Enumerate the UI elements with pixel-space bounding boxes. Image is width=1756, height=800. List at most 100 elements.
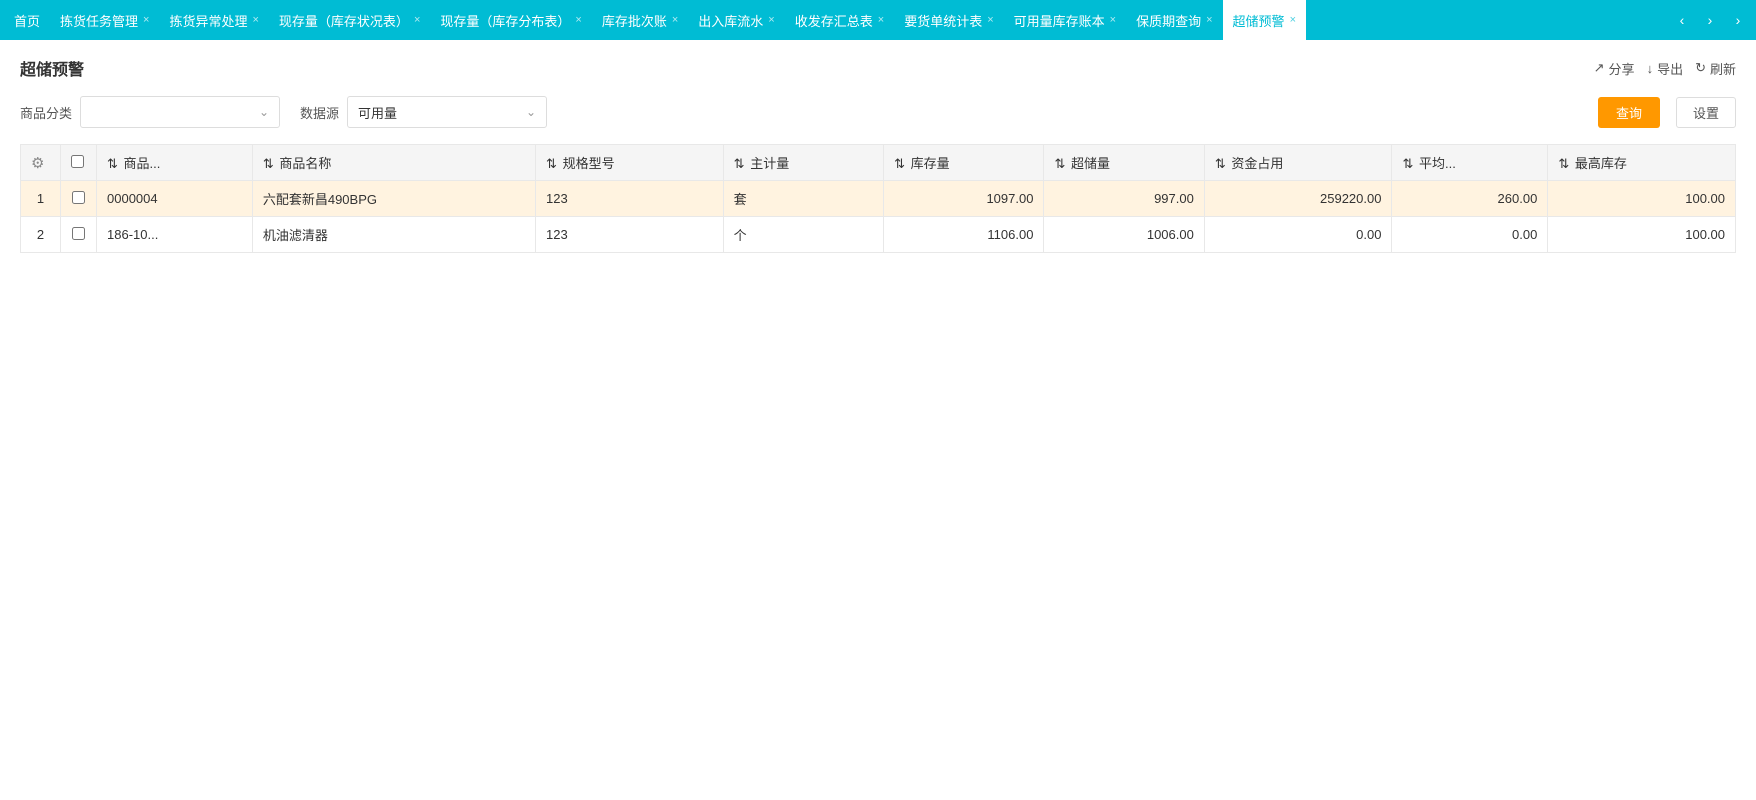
row-checkbox-cell (61, 181, 97, 217)
th-capital: ⇅ 资金占用 (1204, 145, 1392, 181)
th-name-sort-icon: ⇅ (263, 156, 274, 171)
datasource-value: 可用量 (358, 103, 397, 122)
nav-item-9[interactable]: 可用量库存账本× (1004, 0, 1126, 40)
nav-right-arrow[interactable]: › (1696, 0, 1724, 40)
nav-item-4[interactable]: 现存量（库存分布表）× (430, 0, 591, 40)
th-avg: ⇅ 平均... (1392, 145, 1548, 181)
nav-item-1[interactable]: 拣货任务管理× (50, 0, 159, 40)
row-stock: 1106.00 (884, 217, 1044, 253)
row-spec: 123 (536, 217, 724, 253)
settings-button[interactable]: 设置 (1676, 97, 1736, 128)
th-stock-sort-icon: ⇅ (894, 156, 905, 171)
query-button[interactable]: 查询 (1598, 97, 1660, 128)
row-capital: 259220.00 (1204, 181, 1392, 217)
row-max-stock: 100.00 (1548, 181, 1736, 217)
close-icon[interactable]: × (575, 14, 581, 26)
page-content: 超储预警 ↗ 分享 ↓ 导出 ↻ 刷新 商品分类 ⌄ 数据源 (0, 40, 1756, 800)
close-icon[interactable]: × (987, 14, 993, 26)
export-action[interactable]: ↓ 导出 (1647, 59, 1684, 78)
row-spec: 123 (536, 181, 724, 217)
close-icon[interactable]: × (414, 14, 420, 26)
th-spec: ⇅ 规格型号 (536, 145, 724, 181)
close-icon[interactable]: × (768, 14, 774, 26)
nav-item-10[interactable]: 保质期查询× (1126, 0, 1222, 40)
th-gear: ⚙ (21, 145, 61, 181)
filter-buttons: 查询 设置 (1598, 97, 1736, 128)
close-icon[interactable]: × (252, 14, 258, 26)
nav-arrows: ‹ › › (1668, 0, 1752, 40)
th-spec-sort-icon: ⇅ (546, 156, 557, 171)
category-select[interactable]: ⌄ (80, 96, 280, 128)
chevron-down-icon: ⌄ (526, 105, 536, 119)
th-avg-sort-icon: ⇅ (1402, 156, 1413, 171)
data-table: ⚙ ⇅ 商品... ⇅ 商品名称 ⇅ 规格型号 ⇅ (20, 144, 1736, 253)
close-icon[interactable]: × (878, 14, 884, 26)
row-overflow: 1006.00 (1044, 217, 1204, 253)
th-stock: ⇅ 库存量 (884, 145, 1044, 181)
close-icon[interactable]: × (1290, 14, 1296, 26)
page-header: 超储预警 ↗ 分享 ↓ 导出 ↻ 刷新 (20, 56, 1736, 80)
datasource-filter-group: 数据源 可用量 ⌄ (300, 96, 547, 128)
row-name: 机油滤清器 (252, 217, 535, 253)
nav-left-arrow[interactable]: ‹ (1668, 0, 1696, 40)
refresh-action[interactable]: ↻ 刷新 (1695, 59, 1736, 78)
th-max-stock: ⇅ 最高库存 (1548, 145, 1736, 181)
table-header-row: ⚙ ⇅ 商品... ⇅ 商品名称 ⇅ 规格型号 ⇅ (21, 145, 1736, 181)
row-checkbox[interactable] (72, 227, 85, 240)
nav-item-8[interactable]: 要货单统计表× (894, 0, 1003, 40)
nav-item-11[interactable]: 超储预警× (1223, 0, 1306, 40)
datasource-select[interactable]: 可用量 ⌄ (347, 96, 547, 128)
table-body: 1 0000004 六配套新昌490BPG 123 套 1097.00 997.… (21, 181, 1736, 253)
nav-item-2[interactable]: 拣货异常处理× (159, 0, 268, 40)
top-nav: 首页拣货任务管理×拣货异常处理×现存量（库存状况表）×现存量（库存分布表）×库存… (0, 0, 1756, 40)
table-row: 1 0000004 六配套新昌490BPG 123 套 1097.00 997.… (21, 181, 1736, 217)
row-overflow: 997.00 (1044, 181, 1204, 217)
row-num: 1 (21, 181, 61, 217)
th-name: ⇅ 商品名称 (252, 145, 535, 181)
gear-icon[interactable]: ⚙ (31, 155, 44, 172)
row-name: 六配套新昌490BPG (252, 181, 535, 217)
row-checkbox-cell (61, 217, 97, 253)
category-filter-group: 商品分类 ⌄ (20, 96, 280, 128)
th-overflow-sort-icon: ⇅ (1054, 156, 1065, 171)
row-max-stock: 100.00 (1548, 217, 1736, 253)
th-code-sort-icon: ⇅ (107, 156, 118, 171)
row-checkbox[interactable] (72, 191, 85, 204)
close-icon[interactable]: × (1206, 14, 1212, 26)
header-actions: ↗ 分享 ↓ 导出 ↻ 刷新 (1594, 59, 1736, 78)
th-checkbox (61, 145, 97, 181)
nav-extra-arrow[interactable]: › (1724, 0, 1752, 40)
row-avg: 260.00 (1392, 181, 1548, 217)
nav-item-3[interactable]: 现存量（库存状况表）× (269, 0, 430, 40)
th-overflow: ⇅ 超储量 (1044, 145, 1204, 181)
row-stock: 1097.00 (884, 181, 1044, 217)
th-code: ⇅ 商品... (97, 145, 253, 181)
nav-item-0[interactable]: 首页 (4, 0, 50, 40)
close-icon[interactable]: × (1110, 14, 1116, 26)
row-code: 186-10... (97, 217, 253, 253)
chevron-down-icon: ⌄ (259, 105, 269, 119)
row-code: 0000004 (97, 181, 253, 217)
select-all-checkbox[interactable] (71, 155, 84, 168)
row-num: 2 (21, 217, 61, 253)
th-unit: ⇅ 主计量 (723, 145, 883, 181)
page-title: 超储预警 (20, 56, 1594, 80)
row-unit: 套 (723, 181, 883, 217)
th-capital-sort-icon: ⇅ (1215, 156, 1226, 171)
share-action[interactable]: ↗ 分享 (1594, 59, 1635, 78)
close-icon[interactable]: × (143, 14, 149, 26)
th-unit-sort-icon: ⇅ (734, 156, 745, 171)
table-header: ⚙ ⇅ 商品... ⇅ 商品名称 ⇅ 规格型号 ⇅ (21, 145, 1736, 181)
th-max-sort-icon: ⇅ (1558, 156, 1569, 171)
filter-area: 商品分类 ⌄ 数据源 可用量 ⌄ 查询 设置 (20, 96, 1736, 128)
datasource-label: 数据源 (300, 103, 339, 122)
refresh-icon: ↻ (1695, 60, 1706, 76)
nav-item-7[interactable]: 收发存汇总表× (785, 0, 894, 40)
nav-item-5[interactable]: 库存批次账× (592, 0, 688, 40)
table-row: 2 186-10... 机油滤清器 123 个 1106.00 1006.00 … (21, 217, 1736, 253)
nav-item-6[interactable]: 出入库流水× (688, 0, 784, 40)
category-label: 商品分类 (20, 103, 72, 122)
close-icon[interactable]: × (672, 14, 678, 26)
export-icon: ↓ (1647, 61, 1654, 76)
row-unit: 个 (723, 217, 883, 253)
